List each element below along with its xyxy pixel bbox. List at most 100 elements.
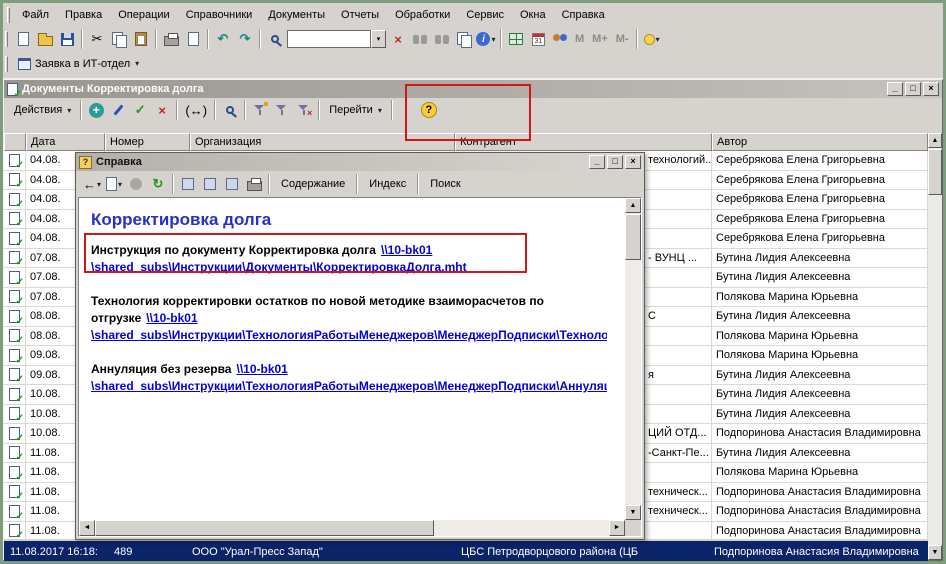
contents-button[interactable]: Содержание <box>273 174 353 194</box>
list-find-button[interactable] <box>219 99 241 121</box>
clear-search-button[interactable]: × <box>387 28 409 50</box>
copy-button[interactable] <box>108 28 130 50</box>
filter-settings-button[interactable] <box>249 99 271 121</box>
add-button[interactable]: + <box>85 99 107 121</box>
help-server-link[interactable]: \\10-bk01 <box>381 243 432 257</box>
help-button[interactable]: ? <box>418 99 440 121</box>
table-tool-button[interactable] <box>505 28 527 50</box>
users-button[interactable] <box>549 28 571 50</box>
scroll-right-icon[interactable]: ► <box>609 520 625 536</box>
memory-button[interactable]: М <box>571 30 588 48</box>
stop-button[interactable] <box>125 173 147 195</box>
resize-columns-button[interactable]: (↔) <box>181 99 211 121</box>
scroll-left-icon[interactable]: ◄ <box>79 520 95 536</box>
help-horizontal-scrollbar[interactable]: ◄ ► <box>79 520 625 536</box>
menu-item[interactable]: Справочники <box>178 5 261 25</box>
memory-button[interactable]: М- <box>612 30 633 48</box>
search-input[interactable] <box>287 30 371 48</box>
column-header-date[interactable]: Дата <box>26 133 105 151</box>
cut-button[interactable]: ✂ <box>86 28 108 50</box>
it-request-button[interactable]: Заявка в ИТ-отдел ▾ <box>12 55 145 73</box>
copy-value-button[interactable] <box>453 28 475 50</box>
post-button[interactable]: ✓ <box>129 99 151 121</box>
scrollbar-thumb[interactable] <box>625 214 641 260</box>
actions-button[interactable]: Действия ▾ <box>8 101 77 119</box>
find-previous-button[interactable] <box>431 28 453 50</box>
menu-item[interactable]: Отчеты <box>333 5 387 25</box>
filter-button[interactable] <box>271 99 293 121</box>
scrollbar-thumb[interactable] <box>95 520 434 536</box>
index-button[interactable]: Индекс <box>361 174 414 194</box>
minimize-button[interactable]: _ <box>887 82 903 96</box>
help-server-link[interactable]: \\10-bk01 <box>236 362 287 376</box>
clear-filter-button[interactable]: × <box>293 99 315 121</box>
menu-item[interactable]: Правка <box>57 5 110 25</box>
help-path-link[interactable]: \shared_subs\Инструкции\ТехнологияРаботы… <box>91 378 607 395</box>
documents-window-titlebar: Документы Корректировка долга _ □ × <box>4 80 942 100</box>
table-grid-icon <box>509 33 523 45</box>
calendar-button[interactable] <box>527 28 549 50</box>
search-button[interactable]: Поиск <box>422 174 468 194</box>
home-button[interactable] <box>177 173 199 195</box>
scroll-down-icon[interactable]: ▼ <box>928 545 942 560</box>
delete-button[interactable]: × <box>151 99 173 121</box>
column-header-number[interactable]: Номер <box>105 133 190 151</box>
scrollbar-thumb[interactable] <box>928 149 942 195</box>
search-dropdown-button[interactable]: ▾ <box>371 30 386 48</box>
help-path-link[interactable]: \shared_subs\Инструкции\ТехнологияРаботы… <box>91 327 607 344</box>
column-header-organization[interactable]: Организация <box>190 133 455 151</box>
help-server-link[interactable]: \\10-bk01 <box>146 311 197 325</box>
info-button[interactable]: i ▾ <box>475 28 497 50</box>
help-vertical-scrollbar[interactable]: ▲ ▼ <box>625 198 641 520</box>
toolbar-separator <box>244 100 247 120</box>
new-document-button[interactable] <box>12 28 34 50</box>
table-scrollbar[interactable]: ▲ ▼ <box>928 133 942 560</box>
open-button[interactable] <box>34 28 56 50</box>
toolbar-grip[interactable] <box>5 55 8 72</box>
undo-button[interactable]: ↶ <box>212 28 234 50</box>
paste-button[interactable] <box>130 28 152 50</box>
refresh-button[interactable]: ↻ <box>147 173 169 195</box>
page-menu-button[interactable]: ▾ <box>103 173 125 195</box>
scroll-up-icon[interactable]: ▲ <box>928 133 942 148</box>
menu-item[interactable]: Документы <box>260 5 333 25</box>
scroll-up-icon[interactable]: ▲ <box>625 198 641 213</box>
menu-item[interactable]: Обработки <box>387 5 458 25</box>
column-header-counterparty[interactable]: Контрагент <box>455 133 712 151</box>
favorites-button[interactable] <box>199 173 221 195</box>
save-button[interactable] <box>56 28 78 50</box>
menu-item[interactable]: Сервис <box>458 5 512 25</box>
find-button[interactable] <box>264 28 286 50</box>
memory-button[interactable]: М+ <box>588 30 612 48</box>
print-preview-button[interactable] <box>182 28 204 50</box>
home-icon <box>182 178 194 190</box>
redo-button[interactable]: ↷ <box>234 28 256 50</box>
minimize-button[interactable]: _ <box>589 155 605 169</box>
close-button[interactable]: × <box>625 155 641 169</box>
goto-button[interactable]: Перейти ▾ <box>323 101 388 119</box>
column-header-icon[interactable] <box>4 133 26 151</box>
toolbar-grip[interactable] <box>7 6 10 23</box>
print-icon <box>163 33 179 46</box>
back-button[interactable]: ← ▾ <box>81 173 103 195</box>
tips-button[interactable]: ▾ <box>641 28 663 50</box>
close-button[interactable]: × <box>923 82 939 96</box>
table-row-selected[interactable]: 11.08.2017 16:18: 489 ООО "Урал-Пресс За… <box>4 541 928 562</box>
menu-item[interactable]: Справка <box>554 5 613 25</box>
toolbar-grip[interactable] <box>5 31 8 47</box>
menu-item[interactable]: Файл <box>14 5 57 25</box>
cell-status <box>4 248 26 267</box>
help-print-button[interactable] <box>243 173 265 195</box>
print-button[interactable] <box>160 28 182 50</box>
cell-author: Подпоринова Анастасия Владимировна <box>712 482 928 501</box>
menu-item[interactable]: Окна <box>512 5 554 25</box>
find-next-button[interactable] <box>409 28 431 50</box>
menu-item[interactable]: Операции <box>110 5 177 25</box>
edit-button[interactable] <box>107 99 129 121</box>
help-path-link[interactable]: \shared_subs\Инструкции\Документы\Коррек… <box>91 259 607 276</box>
scroll-down-icon[interactable]: ▼ <box>625 505 641 520</box>
history-button[interactable] <box>221 173 243 195</box>
column-header-author[interactable]: Автор <box>712 133 928 151</box>
maximize-button[interactable]: □ <box>607 155 623 169</box>
restore-button[interactable]: □ <box>905 82 921 96</box>
